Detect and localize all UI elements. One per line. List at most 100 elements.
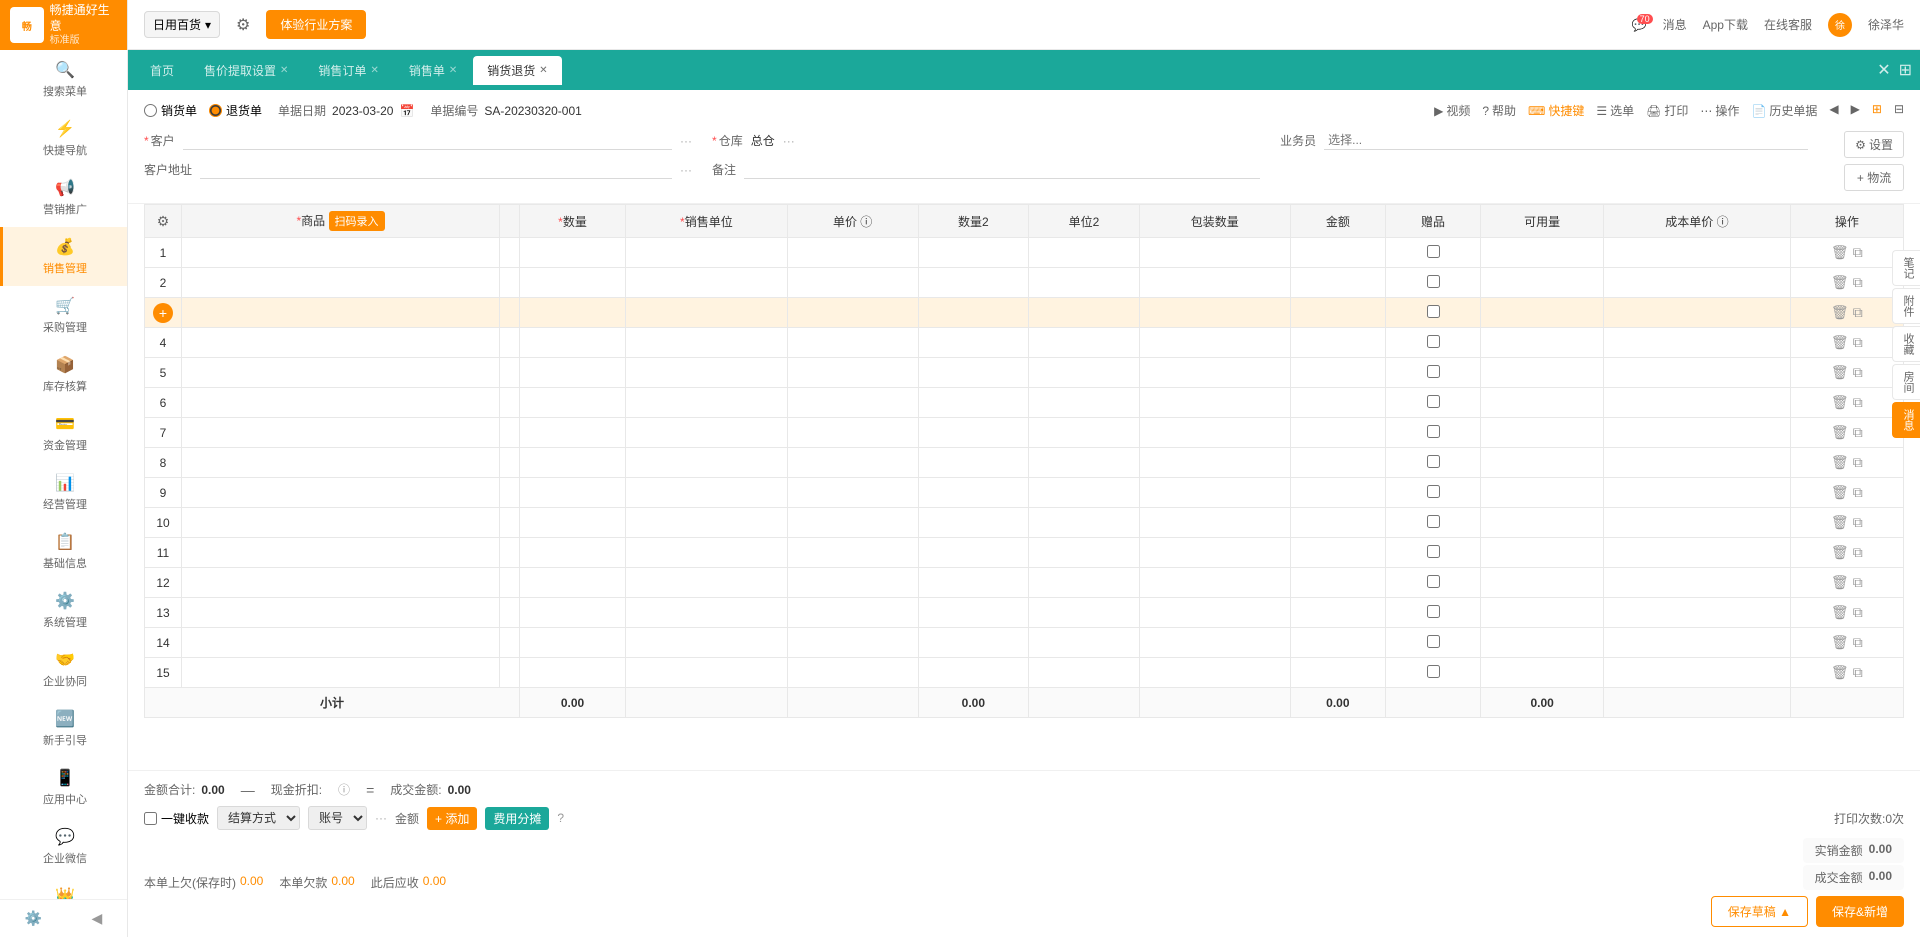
pack-qty-cell[interactable] xyxy=(1139,238,1290,268)
delete-row-btn[interactable]: 🗑 xyxy=(1831,274,1849,291)
logistics-btn[interactable]: + 物流 xyxy=(1844,164,1904,191)
gift-checkbox[interactable] xyxy=(1427,635,1440,648)
amount-cell[interactable] xyxy=(1290,598,1385,628)
pack-qty-cell[interactable] xyxy=(1139,418,1290,448)
account-select[interactable]: 账号 xyxy=(308,806,367,830)
price-cell[interactable] xyxy=(787,358,918,388)
qty2-cell[interactable] xyxy=(918,238,1029,268)
gift-checkbox[interactable] xyxy=(1427,395,1440,408)
qty-cell[interactable] xyxy=(519,598,625,628)
goods-cell[interactable] xyxy=(182,238,500,268)
available-cell[interactable] xyxy=(1481,328,1604,358)
close-icon[interactable]: ✕ xyxy=(449,65,457,76)
unit2-cell[interactable] xyxy=(1029,268,1140,298)
settings-icon[interactable]: ⚙ xyxy=(236,15,250,35)
copy-row-btn[interactable]: ⧉ xyxy=(1853,304,1863,321)
cost-price-cell[interactable] xyxy=(1604,508,1790,538)
copy-row-btn[interactable]: ⧉ xyxy=(1853,454,1863,471)
gift-cell[interactable] xyxy=(1385,658,1480,688)
tab-home[interactable]: 首页 xyxy=(136,56,188,85)
qty2-cell[interactable] xyxy=(918,538,1029,568)
qty2-cell[interactable] xyxy=(918,478,1029,508)
unit-cell[interactable] xyxy=(626,238,788,268)
pack-qty-cell[interactable] xyxy=(1139,358,1290,388)
add-row-cell[interactable]: + xyxy=(145,298,182,328)
nav-select[interactable]: 日用百货 ▾ xyxy=(144,11,220,38)
amount-cell[interactable] xyxy=(1290,628,1385,658)
history-action[interactable]: 📄 历史单据 xyxy=(1751,102,1817,119)
unit2-cell[interactable] xyxy=(1029,478,1140,508)
price-cell[interactable] xyxy=(787,568,918,598)
unit-cell[interactable] xyxy=(626,628,788,658)
available-cell[interactable] xyxy=(1481,418,1604,448)
copy-row-btn[interactable]: ⧉ xyxy=(1853,664,1863,681)
unit2-cell[interactable] xyxy=(1029,658,1140,688)
available-cell[interactable] xyxy=(1481,388,1604,418)
gift-cell[interactable] xyxy=(1385,388,1480,418)
price-cell[interactable] xyxy=(787,238,918,268)
amount-cell[interactable] xyxy=(1290,418,1385,448)
unit2-cell[interactable] xyxy=(1029,328,1140,358)
unit-cell[interactable] xyxy=(626,508,788,538)
sidebar-item-system[interactable]: ⚙️ 系统管理 xyxy=(0,581,127,640)
gift-cell[interactable] xyxy=(1385,478,1480,508)
amount-cell[interactable] xyxy=(1290,328,1385,358)
amount-cell[interactable] xyxy=(1290,538,1385,568)
list-view-icon[interactable]: ⊞ xyxy=(1872,102,1882,119)
gift-cell[interactable] xyxy=(1385,508,1480,538)
settings-btn[interactable]: ⚙ 设置 xyxy=(1844,131,1904,158)
fee-split-btn[interactable]: 费用分摊 xyxy=(485,807,549,830)
pay-checkbox-label[interactable]: 一键收款 xyxy=(144,810,209,827)
goods-cell[interactable] xyxy=(182,448,500,478)
type-sale-option[interactable]: 销货单 xyxy=(144,102,197,119)
goods-cell[interactable] xyxy=(182,418,500,448)
qty2-cell[interactable] xyxy=(918,658,1029,688)
gift-cell[interactable] xyxy=(1385,238,1480,268)
sidebar-item-purchase[interactable]: 🛒 采购管理 xyxy=(0,286,127,345)
amount-cell[interactable] xyxy=(1290,478,1385,508)
sidebar-item-member[interactable]: 👑 畅会员 xyxy=(0,876,127,899)
amount-cell[interactable] xyxy=(1290,388,1385,418)
gift-cell[interactable] xyxy=(1385,448,1480,478)
online-service-link[interactable]: 在线客服 xyxy=(1764,16,1812,33)
qty2-cell[interactable] xyxy=(918,268,1029,298)
available-cell[interactable] xyxy=(1481,598,1604,628)
close-icon[interactable]: ✕ xyxy=(280,65,288,76)
copy-row-btn[interactable]: ⧉ xyxy=(1853,544,1863,561)
qty2-cell[interactable] xyxy=(918,598,1029,628)
price-cell[interactable] xyxy=(787,328,918,358)
pack-qty-cell[interactable] xyxy=(1139,328,1290,358)
amount-cell[interactable] xyxy=(1290,568,1385,598)
available-cell[interactable] xyxy=(1481,568,1604,598)
tab-close-all-icon[interactable]: ✕ xyxy=(1877,60,1890,80)
pack-qty-cell[interactable] xyxy=(1139,448,1290,478)
price-cell[interactable] xyxy=(787,538,918,568)
delete-row-btn[interactable]: 🗑 xyxy=(1831,664,1849,681)
cost-price-cell[interactable] xyxy=(1604,418,1790,448)
unit2-cell[interactable] xyxy=(1029,238,1140,268)
gift-checkbox[interactable] xyxy=(1427,305,1440,318)
right-panel-attach[interactable]: 附件 xyxy=(1892,288,1920,324)
copy-row-btn[interactable]: ⧉ xyxy=(1853,604,1863,621)
delete-row-btn[interactable]: 🗑 xyxy=(1831,334,1849,351)
goods-input[interactable] xyxy=(280,306,400,320)
unit-cell[interactable] xyxy=(626,478,788,508)
goods-cell[interactable] xyxy=(182,388,500,418)
price-cell[interactable] xyxy=(787,478,918,508)
qty2-cell[interactable] xyxy=(918,628,1029,658)
unit-cell[interactable] xyxy=(626,358,788,388)
unit2-cell[interactable] xyxy=(1029,448,1140,478)
unit2-cell[interactable] xyxy=(1029,418,1140,448)
unit-cell[interactable] xyxy=(626,388,788,418)
save-draft-btn[interactable]: 保存草稿 ▲ xyxy=(1711,896,1808,927)
unit-cell[interactable] xyxy=(626,268,788,298)
goods-cell[interactable] xyxy=(182,508,500,538)
help-action[interactable]: ? 帮助 xyxy=(1482,102,1516,119)
delete-row-btn[interactable]: 🗑 xyxy=(1831,574,1849,591)
add-fee-btn[interactable]: + 添加 xyxy=(427,807,477,830)
gift-cell[interactable] xyxy=(1385,418,1480,448)
unit2-cell[interactable] xyxy=(1029,298,1140,328)
goods-cell[interactable] xyxy=(182,328,500,358)
qty-cell[interactable] xyxy=(519,508,625,538)
qty2-cell[interactable] xyxy=(918,508,1029,538)
